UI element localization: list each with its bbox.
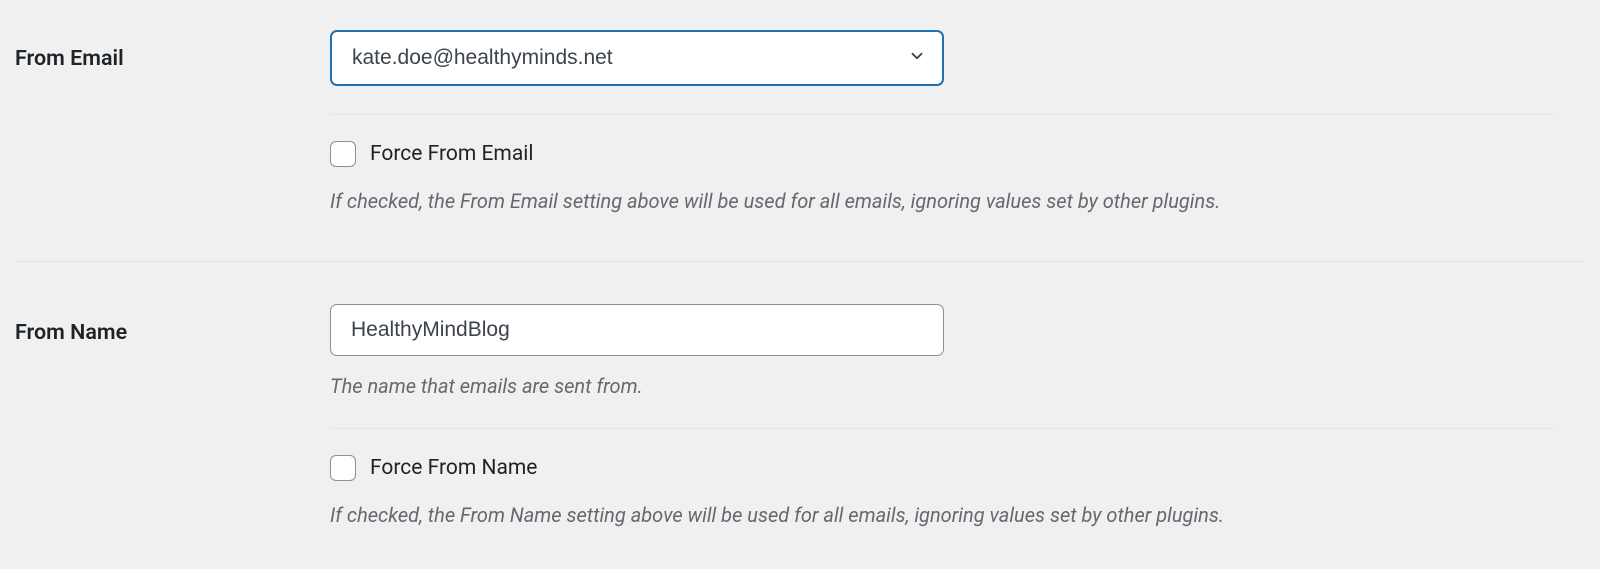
- from-email-select[interactable]: [330, 30, 944, 86]
- from-name-label: From Name: [15, 320, 127, 345]
- force-from-name-label[interactable]: Force From Name: [370, 456, 537, 480]
- from-name-input[interactable]: [330, 304, 944, 356]
- from-email-label: From Email: [15, 46, 124, 71]
- divider: [330, 114, 1555, 115]
- force-from-email-checkbox[interactable]: [330, 141, 356, 167]
- from-email-select-wrapper: [330, 30, 944, 86]
- force-from-name-row: Force From Name: [330, 455, 1555, 481]
- from-email-field-col: Force From Email If checked, the From Em…: [330, 30, 1585, 261]
- from-email-row: From Email Force From Email If checked, …: [15, 30, 1585, 261]
- force-from-name-checkbox[interactable]: [330, 455, 356, 481]
- force-from-email-description: If checked, the From Email setting above…: [330, 187, 1555, 215]
- from-email-label-col: From Email: [15, 30, 330, 71]
- force-from-name-description: If checked, the From Name setting above …: [330, 501, 1555, 529]
- from-name-row: From Name The name that emails are sent …: [15, 262, 1585, 529]
- from-name-label-col: From Name: [15, 304, 330, 345]
- force-from-email-row: Force From Email: [330, 141, 1555, 167]
- force-from-email-label[interactable]: Force From Email: [370, 142, 533, 166]
- from-name-description: The name that emails are sent from.: [330, 372, 1555, 400]
- divider: [330, 428, 1555, 429]
- from-name-field-col: The name that emails are sent from. Forc…: [330, 304, 1585, 529]
